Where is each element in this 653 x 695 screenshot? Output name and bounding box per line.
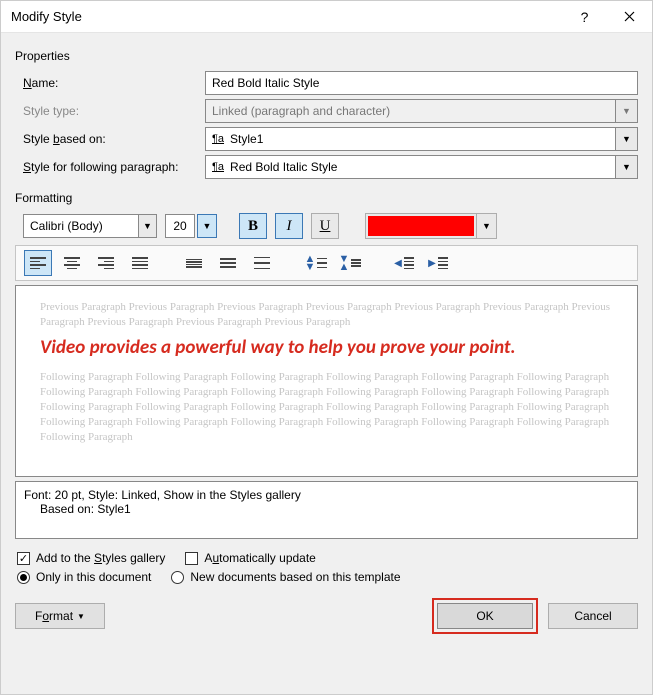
align-justify-button[interactable] xyxy=(126,250,154,276)
font-size-combo[interactable]: 20 ▼ xyxy=(165,214,217,238)
indent-increase-button[interactable]: ▶ xyxy=(424,250,452,276)
following-combo[interactable]: ¶aRed Bold Italic Style ▼ xyxy=(205,155,638,179)
font-color-picker[interactable]: ▼ xyxy=(365,213,497,239)
checkbox-icon xyxy=(185,552,198,565)
name-label: Name: xyxy=(15,76,205,90)
based-on-label: Style based on: xyxy=(15,132,205,146)
new-docs-radio[interactable]: New documents based on this template xyxy=(171,570,400,584)
description-line: Based on: Style1 xyxy=(24,502,629,516)
align-left-button[interactable] xyxy=(24,250,52,276)
style-description: Font: 20 pt, Style: Linked, Show in the … xyxy=(15,481,638,539)
indent-decrease-button[interactable]: ◀ xyxy=(390,250,418,276)
preview-sample-text: Video provides a powerful way to help yo… xyxy=(40,336,613,361)
format-button[interactable]: Format ▼ xyxy=(15,603,105,629)
paragraph-toolbar: ▲▼ ▼▲ ◀ ▶ xyxy=(15,245,638,281)
chevron-down-icon[interactable]: ▼ xyxy=(197,214,217,238)
font-name-combo[interactable]: Calibri (Body) ▼ xyxy=(23,214,157,238)
spacing-2-button[interactable] xyxy=(248,250,276,276)
paragraph-icon: ¶a xyxy=(212,133,224,145)
align-right-button[interactable] xyxy=(92,250,120,276)
spacing-1-button[interactable] xyxy=(180,250,208,276)
preview-pane: Previous Paragraph Previous Paragraph Pr… xyxy=(15,285,638,477)
caret-down-icon: ▼ xyxy=(77,612,85,621)
properties-label: Properties xyxy=(15,49,638,63)
modify-style-dialog: Modify Style ? Properties Name: Style ty… xyxy=(0,0,653,695)
italic-button[interactable]: I xyxy=(275,213,303,239)
name-input[interactable] xyxy=(205,71,638,95)
ok-button[interactable]: OK xyxy=(437,603,533,629)
radio-icon xyxy=(171,571,184,584)
preview-next-paragraph: Following Paragraph Following Paragraph … xyxy=(40,370,613,444)
checkbox-icon: ✓ xyxy=(17,552,30,565)
window-title: Modify Style xyxy=(11,9,82,24)
cancel-button[interactable]: Cancel xyxy=(548,603,638,629)
auto-update-checkbox[interactable]: Automatically update xyxy=(185,551,315,565)
close-icon xyxy=(624,11,635,22)
chevron-down-icon[interactable]: ▼ xyxy=(138,215,156,237)
preview-prev-paragraph: Previous Paragraph Previous Paragraph Pr… xyxy=(40,300,613,330)
space-before-inc-button[interactable]: ▲▼ xyxy=(302,250,330,276)
close-button[interactable] xyxy=(607,1,652,33)
spacing-15-button[interactable] xyxy=(214,250,242,276)
radio-icon xyxy=(17,571,30,584)
only-this-doc-radio[interactable]: Only in this document xyxy=(17,570,151,584)
paragraph-icon: ¶a xyxy=(212,161,224,173)
chevron-down-icon: ▼ xyxy=(615,100,637,122)
type-label: Style type: xyxy=(15,104,205,118)
formatting-label: Formatting xyxy=(15,191,638,205)
chevron-down-icon[interactable]: ▼ xyxy=(615,128,637,150)
help-button[interactable]: ? xyxy=(562,1,607,33)
type-combo: Linked (paragraph and character) ▼ xyxy=(205,99,638,123)
window-controls: ? xyxy=(562,1,652,33)
align-center-button[interactable] xyxy=(58,250,86,276)
color-swatch xyxy=(366,214,476,238)
add-to-gallery-checkbox[interactable]: ✓ Add to the Styles gallery xyxy=(17,551,165,565)
space-before-dec-button[interactable]: ▼▲ xyxy=(336,250,364,276)
titlebar: Modify Style ? xyxy=(1,1,652,33)
description-line: Font: 20 pt, Style: Linked, Show in the … xyxy=(24,488,629,502)
bold-button[interactable]: B xyxy=(239,213,267,239)
following-label: Style for following paragraph: xyxy=(15,160,205,174)
chevron-down-icon[interactable]: ▼ xyxy=(615,156,637,178)
based-on-combo[interactable]: ¶aStyle1 ▼ xyxy=(205,127,638,151)
chevron-down-icon[interactable]: ▼ xyxy=(476,214,496,238)
ok-highlight: OK xyxy=(432,598,538,634)
underline-button[interactable]: U xyxy=(311,213,339,239)
